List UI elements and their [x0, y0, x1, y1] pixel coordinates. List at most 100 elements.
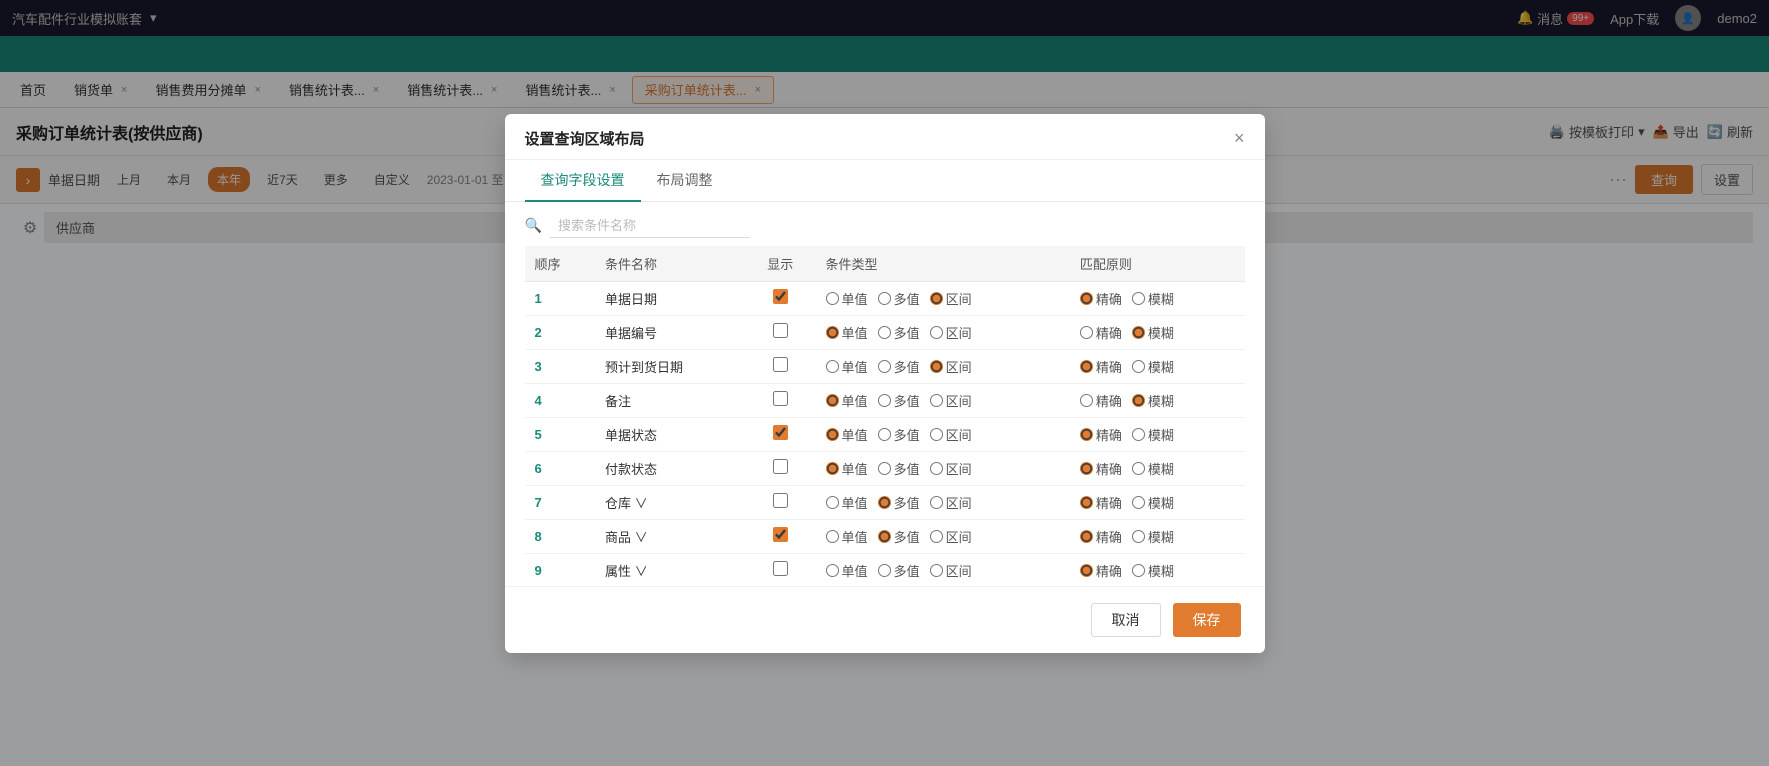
- display-checkbox[interactable]: [773, 493, 788, 508]
- type-radio-type_single[interactable]: 单值: [826, 289, 868, 308]
- match-radio-match_exact[interactable]: 精确: [1080, 493, 1122, 512]
- row-match[interactable]: 精确模糊: [1070, 281, 1245, 315]
- type-radio-type_multi[interactable]: 多值: [878, 459, 920, 478]
- match-radio-match_fuzzy[interactable]: 模糊: [1132, 323, 1174, 342]
- row-type[interactable]: 单值多值区间: [816, 519, 1070, 553]
- row-match[interactable]: 精确模糊: [1070, 451, 1245, 485]
- row-order: 4: [525, 383, 595, 417]
- type-radio-type_multi[interactable]: 多值: [878, 323, 920, 342]
- row-match[interactable]: 精确模糊: [1070, 315, 1245, 349]
- row-display[interactable]: [745, 281, 815, 315]
- type-radio-type_range[interactable]: 区间: [930, 323, 972, 342]
- row-type[interactable]: 单值多值区间: [816, 485, 1070, 519]
- row-name: 属性 ∨: [595, 553, 745, 586]
- display-checkbox[interactable]: [773, 459, 788, 474]
- row-type[interactable]: 单值多值区间: [816, 553, 1070, 586]
- table-row: 3预计到货日期单值多值区间精确模糊: [525, 349, 1245, 383]
- match-radio-match_exact[interactable]: 精确: [1080, 561, 1122, 580]
- row-order: 9: [525, 553, 595, 586]
- match-radio-match_fuzzy[interactable]: 模糊: [1132, 493, 1174, 512]
- row-display[interactable]: [745, 417, 815, 451]
- type-radio-type_single[interactable]: 单值: [826, 323, 868, 342]
- row-type[interactable]: 单值多值区间: [816, 451, 1070, 485]
- display-checkbox[interactable]: [773, 561, 788, 576]
- type-radio-type_multi[interactable]: 多值: [878, 493, 920, 512]
- match-radio-match_exact[interactable]: 精确: [1080, 459, 1122, 478]
- row-match[interactable]: 精确模糊: [1070, 519, 1245, 553]
- display-checkbox[interactable]: [773, 527, 788, 542]
- row-type[interactable]: 单值多值区间: [816, 417, 1070, 451]
- row-type[interactable]: 单值多值区间: [816, 383, 1070, 417]
- display-checkbox[interactable]: [773, 323, 788, 338]
- type-radio-type_single[interactable]: 单值: [826, 527, 868, 546]
- display-checkbox[interactable]: [773, 357, 788, 372]
- type-radio-type_multi[interactable]: 多值: [878, 357, 920, 376]
- row-match[interactable]: 精确模糊: [1070, 349, 1245, 383]
- row-display[interactable]: [745, 451, 815, 485]
- match-radio-match_exact[interactable]: 精确: [1080, 425, 1122, 444]
- row-name: 备注: [595, 383, 745, 417]
- match-radio-match_fuzzy[interactable]: 模糊: [1132, 289, 1174, 308]
- type-radio-type_range[interactable]: 区间: [930, 527, 972, 546]
- match-radio-match_exact[interactable]: 精确: [1080, 289, 1122, 308]
- match-radio-match_fuzzy[interactable]: 模糊: [1132, 425, 1174, 444]
- match-radio-match_fuzzy[interactable]: 模糊: [1132, 357, 1174, 376]
- type-radio-type_single[interactable]: 单值: [826, 425, 868, 444]
- display-checkbox[interactable]: [773, 289, 788, 304]
- search-input[interactable]: [550, 214, 750, 238]
- row-display[interactable]: [745, 383, 815, 417]
- row-display[interactable]: [745, 315, 815, 349]
- row-match[interactable]: 精确模糊: [1070, 485, 1245, 519]
- type-radio-type_single[interactable]: 单值: [826, 391, 868, 410]
- match-radio-match_exact[interactable]: 精确: [1080, 527, 1122, 546]
- match-radio-match_exact[interactable]: 精确: [1080, 357, 1122, 376]
- type-radio-type_single[interactable]: 单值: [826, 561, 868, 580]
- type-radio-type_range[interactable]: 区间: [930, 561, 972, 580]
- type-radio-type_multi[interactable]: 多值: [878, 527, 920, 546]
- modal-close-button[interactable]: ×: [1234, 129, 1245, 147]
- type-radio-type_range[interactable]: 区间: [930, 357, 972, 376]
- type-radio-type_range[interactable]: 区间: [930, 391, 972, 410]
- row-type[interactable]: 单值多值区间: [816, 315, 1070, 349]
- display-checkbox[interactable]: [773, 391, 788, 406]
- type-radio-type_multi[interactable]: 多值: [878, 391, 920, 410]
- type-radio-type_range[interactable]: 区间: [930, 425, 972, 444]
- match-radio-match_fuzzy[interactable]: 模糊: [1132, 391, 1174, 410]
- type-radio-type_range[interactable]: 区间: [930, 289, 972, 308]
- cancel-button[interactable]: 取消: [1091, 603, 1161, 637]
- type-radio-type_single[interactable]: 单值: [826, 357, 868, 376]
- type-radio-type_range[interactable]: 区间: [930, 493, 972, 512]
- modal-title: 设置查询区域布局: [525, 128, 645, 149]
- row-display[interactable]: [745, 519, 815, 553]
- row-name: 付款状态: [595, 451, 745, 485]
- row-match[interactable]: 精确模糊: [1070, 383, 1245, 417]
- display-checkbox[interactable]: [773, 425, 788, 440]
- row-display[interactable]: [745, 485, 815, 519]
- row-display[interactable]: [745, 553, 815, 586]
- type-radio-type_single[interactable]: 单值: [826, 459, 868, 478]
- type-radio-type_multi[interactable]: 多值: [878, 561, 920, 580]
- search-icon: 🔍: [525, 217, 542, 234]
- modal-tab-layout-label: 布局调整: [657, 172, 713, 188]
- modal-tab-layout[interactable]: 布局调整: [641, 160, 729, 202]
- row-match[interactable]: 精确模糊: [1070, 417, 1245, 451]
- match-radio-match_fuzzy[interactable]: 模糊: [1132, 561, 1174, 580]
- table-row: 2单据编号单值多值区间精确模糊: [525, 315, 1245, 349]
- save-button[interactable]: 保存: [1173, 603, 1241, 637]
- row-name: 单据编号: [595, 315, 745, 349]
- type-radio-type_single[interactable]: 单值: [826, 493, 868, 512]
- type-radio-type_multi[interactable]: 多值: [878, 425, 920, 444]
- th-name: 条件名称: [595, 246, 745, 282]
- type-radio-type_range[interactable]: 区间: [930, 459, 972, 478]
- row-type[interactable]: 单值多值区间: [816, 349, 1070, 383]
- row-type[interactable]: 单值多值区间: [816, 281, 1070, 315]
- match-radio-match_fuzzy[interactable]: 模糊: [1132, 527, 1174, 546]
- row-match[interactable]: 精确模糊: [1070, 553, 1245, 586]
- match-radio-match_exact[interactable]: 精确: [1080, 391, 1122, 410]
- match-radio-match_fuzzy[interactable]: 模糊: [1132, 459, 1174, 478]
- row-order: 6: [525, 451, 595, 485]
- modal-tab-query-fields[interactable]: 查询字段设置: [525, 160, 641, 202]
- row-display[interactable]: [745, 349, 815, 383]
- match-radio-match_exact[interactable]: 精确: [1080, 323, 1122, 342]
- type-radio-type_multi[interactable]: 多值: [878, 289, 920, 308]
